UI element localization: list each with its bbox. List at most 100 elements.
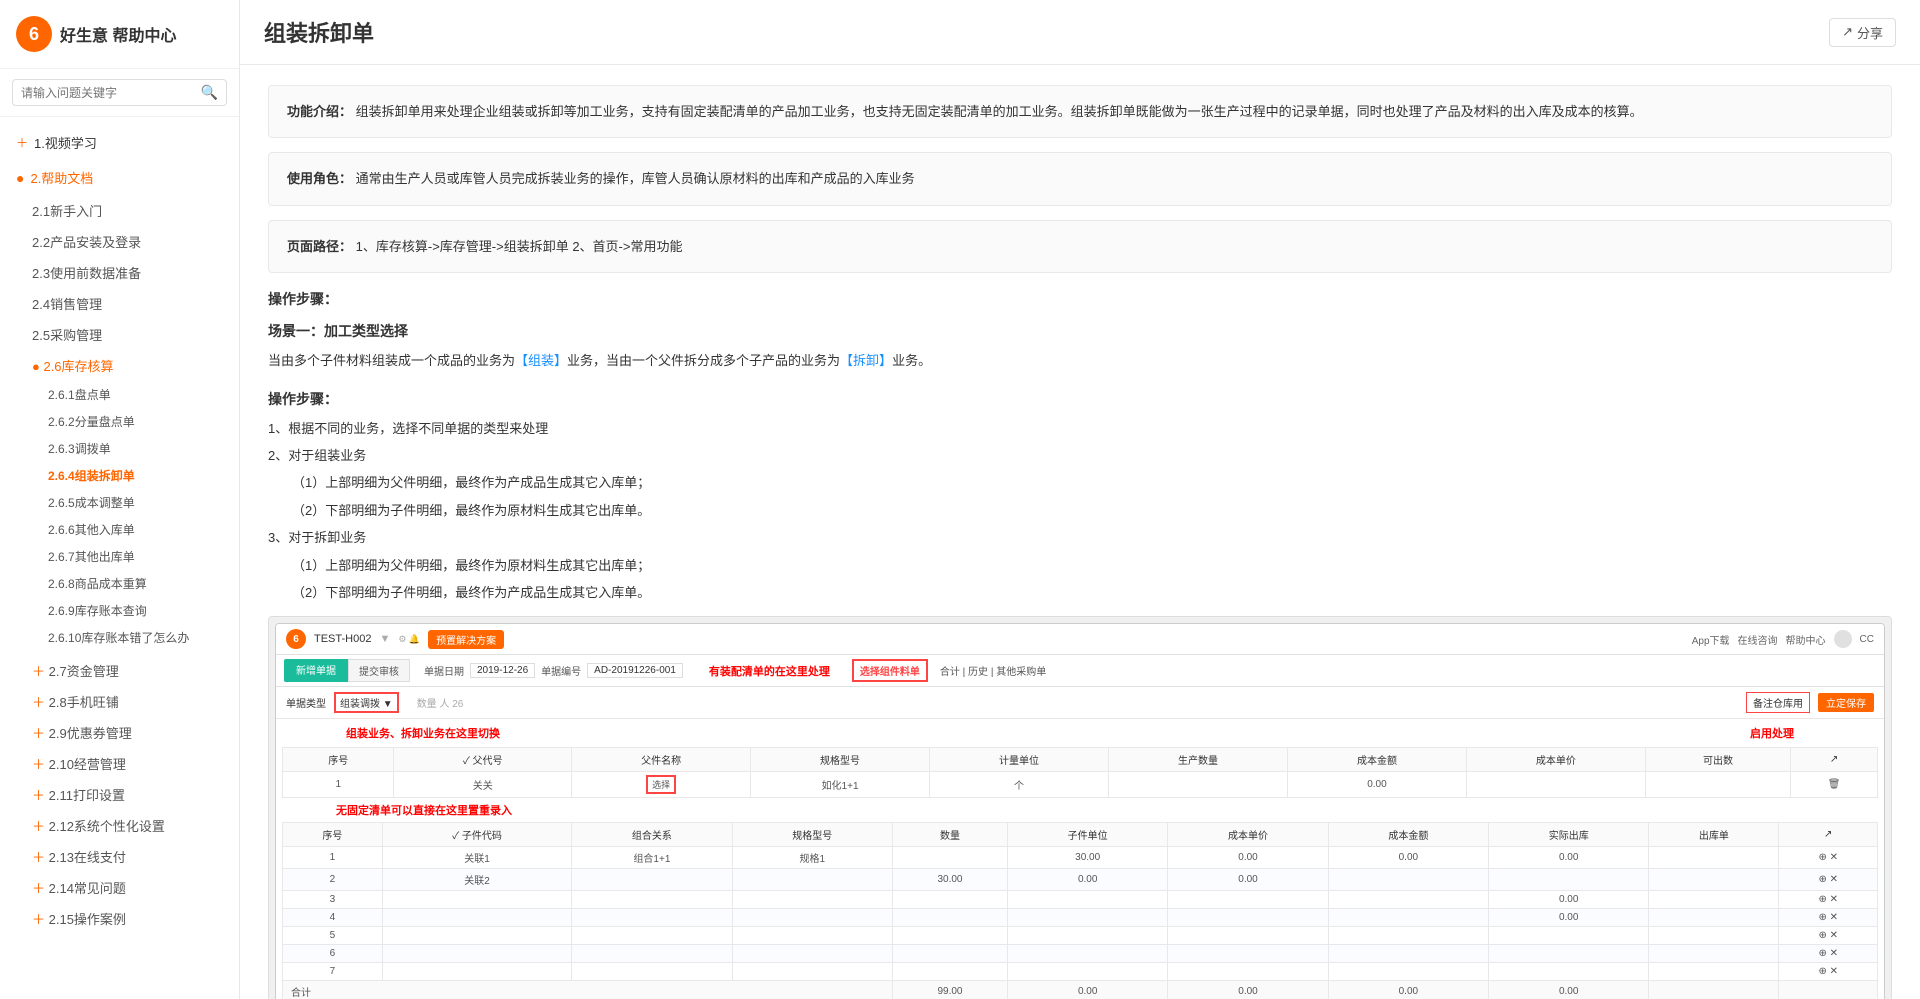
sidebar-item-2-2[interactable]: 2.2产品安装及登录 [16,226,239,257]
sidebar-item-docs[interactable]: ● 2.帮助文档 [0,160,239,195]
search-input[interactable] [21,86,201,100]
sidebar-item-2-6-5[interactable]: 2.6.5成本调整单 [32,489,239,516]
col2-unit: 子件单位 [1008,823,1168,847]
sidebar-item-2-7[interactable]: ＋ 2.7资金管理 [16,655,239,686]
mock-tab-new: 新增单据 [284,659,348,682]
page-title: 组装拆卸单 [264,16,374,48]
role-label: 使用角色： [287,171,352,186]
cell-cost-amt: 0.00 [1287,772,1466,798]
cell-out-qty [1645,772,1790,798]
mock-topbar: 6 TEST-H002 ▼ ⚙ 🔔 预置解决方案 App下载 在线咨询 帮助中心… [276,624,1884,655]
screenshot-container: 6 TEST-H002 ▼ ⚙ 🔔 预置解决方案 App下载 在线咨询 帮助中心… [268,616,1892,999]
sidebar-item-docs-label: 2.帮助文档 [30,168,93,187]
mock-logo: 6 [286,629,306,649]
search-box[interactable]: 🔍 [12,79,227,106]
sidebar-item-2-1[interactable]: 2.1新手入门 [16,195,239,226]
lower-table-row: 3 0.00 ⊕ ✕ [283,891,1878,909]
sidebar-item-2-6-10[interactable]: 2.6.10库存账本错了怎么办 [32,624,239,651]
col2-del: ↗ [1779,823,1878,847]
sidebar-item-2-14[interactable]: ＋ 2.14常见问题 [16,872,239,903]
cell-unit: 个 [930,772,1109,798]
col-cost-amt: 成本金额 [1287,748,1466,772]
col2-seq: 序号 [283,823,383,847]
col-parent-code: ✓ 父代号 [394,748,572,772]
search-icon[interactable]: 🔍 [201,84,218,101]
mock-topbar-right: App下载 在线咨询 帮助中心 CC [1692,630,1874,648]
col-out-qty: 可出数 [1645,748,1790,772]
sidebar-logo: 6 好生意 帮助中心 [0,0,239,69]
mock-topbar-sep: ▼ [379,633,390,645]
sidebar-item-2-6[interactable]: ● 2.6库存核算 [16,350,239,381]
mock-save-btn: 立定保存 [1818,693,1874,712]
operation-title: 操作步骤： [268,289,1892,309]
mock-lower-table-wrap: 序号 ✓ 子件代码 组合关系 规格型号 数量 子件单位 成本单价 成本金额 实际… [276,822,1884,999]
mock-annotation-row: 组装业务、拆卸业务在这里切换 启用处理 [276,719,1884,747]
col2-cost-amt: 成本金额 [1328,823,1488,847]
step-2-1: （1）上部明细为父件明细，最终作为产成品生成其它入库单； [292,471,1892,494]
mock-avatar [1834,630,1852,648]
sidebar-nav: ＋ 1.视频学习 ● 2.帮助文档 2.1新手入门 2.2产品安装及登录 2.3… [0,117,239,999]
mock-toolbar-icons: 合计 | 历史 | 其他采购单 [940,663,1046,678]
mock-warehouse-input: 备注仓库用 [1746,692,1810,713]
sidebar-item-2-6-6[interactable]: 2.6.6其他入库单 [32,516,239,543]
nav-group-video: ＋ 1.视频学习 [0,125,239,160]
sidebar-item-2-11[interactable]: ＋ 2.11打印设置 [16,779,239,810]
mock-topbar-left: 6 TEST-H002 ▼ ⚙ 🔔 预置解决方案 [286,629,504,649]
feature-intro-section: 功能介绍： 组装拆卸单用来处理企业组装或拆卸等加工业务，支持有固定装配清单的产品… [268,85,1892,138]
annotation-text-1: 有装配清单的在这里处理 [709,663,830,679]
sidebar-item-2-5[interactable]: 2.5采购管理 [16,319,239,350]
annotation-row-5: 无固定清单可以直接在这里置重录入 [276,802,1884,818]
sidebar-item-2-13[interactable]: ＋ 2.13在线支付 [16,841,239,872]
sidebar-docs-sub: 2.1新手入门 2.2产品安装及登录 2.3使用前数据准备 2.4销售管理 2.… [0,195,239,934]
path-label: 页面路径： [287,239,352,254]
sidebar-item-2-4[interactable]: 2.4销售管理 [16,288,239,319]
share-icon: ↗ [1842,24,1853,40]
step-3: 3、对于拆卸业务 [268,526,1892,549]
annotation-text-4: 组装业务、拆卸业务在这里切换 [346,725,500,741]
role-section: 使用角色： 通常由生产人员或库管人员完成拆装业务的操作，库管人员确认原材料的出库… [268,152,1892,205]
share-button[interactable]: ↗ 分享 [1829,18,1896,47]
mock-online-help: 在线咨询 [1738,632,1778,647]
sidebar-item-2-15[interactable]: ＋ 2.15操作案例 [16,903,239,934]
sidebar-item-2-6-2[interactable]: 2.6.2分量盘点单 [32,408,239,435]
mock-select-bom: 选择组件料单 [852,659,928,682]
sidebar-item-2-8[interactable]: ＋ 2.8手机旺铺 [16,686,239,717]
sidebar-item-2-6-7[interactable]: 2.6.7其他出库单 [32,543,239,570]
col-spec: 规格型号 [751,748,930,772]
sidebar-item-2-3[interactable]: 2.3使用前数据准备 [16,257,239,288]
sidebar-item-video[interactable]: ＋ 1.视频学习 [0,125,239,160]
sidebar-item-2-6-3[interactable]: 2.6.3调拨单 [32,435,239,462]
cell-cost-price [1466,772,1645,798]
lower-table-footer: 合计 99.00 0.00 0.00 0.00 0.00 [283,981,1878,999]
sidebar-item-2-6-9[interactable]: 2.6.9库存账本查询 [32,597,239,624]
col-parent-name: 父件名称 [572,748,751,772]
col2-relation: 组合关系 [572,823,732,847]
mock-app: 6 TEST-H002 ▼ ⚙ 🔔 预置解决方案 App下载 在线咨询 帮助中心… [275,623,1885,999]
annotation-text-3: 启用处理 [1750,725,1794,741]
sidebar-item-2-10[interactable]: ＋ 2.10经营管理 [16,748,239,779]
sidebar: 6 好生意 帮助中心 🔍 ＋ 1.视频学习 ● 2.帮助文档 2.1新手入门 2… [0,0,240,999]
lower-table-row: 7 ⊕ ✕ [283,963,1878,981]
col-unit: 计量单位 [930,748,1109,772]
main-content: 功能介绍： 组装拆卸单用来处理企业组装或拆卸等加工业务，支持有固定装配清单的产品… [240,65,1920,999]
screenshot-inner: 6 TEST-H002 ▼ ⚙ 🔔 预置解决方案 App下载 在线咨询 帮助中心… [269,617,1891,999]
col2-cost-price: 成本单价 [1168,823,1328,847]
sidebar-item-2-6-4[interactable]: 2.6.4组装拆卸单 [32,462,239,489]
role-text: 通常由生产人员或库管人员完成拆装业务的操作，库管人员确认原材料的出库和产成品的入… [356,171,915,186]
lower-table-row: 2 关联2 30.00 0.00 0.00 [283,869,1878,891]
step-3-1: （1）上部明细为父件明细，最终作为原材料生成其它出库单； [292,554,1892,577]
mock-tabs-row: 新增单据 提交审核 [284,659,410,682]
col-action: ↗ [1791,748,1878,772]
logo-text: 好生意 帮助中心 [60,22,176,46]
logo-icon: 6 [16,16,52,52]
sidebar-item-2-6-1[interactable]: 2.6.1盘点单 [32,381,239,408]
cell-del: 🗑 [1791,772,1878,798]
col-prod-qty: 生产数量 [1109,748,1288,772]
sidebar-item-2-6-8[interactable]: 2.6.8商品成本重算 [32,570,239,597]
sidebar-item-2-12[interactable]: ＋ 2.12系统个性化设置 [16,810,239,841]
sidebar-item-2-9[interactable]: ＋ 2.9优惠券管理 [16,717,239,748]
lower-table-row: 1 关联1 组合1+1 规格1 30.00 0.00 0.00 0.00 [283,847,1878,869]
step-2: 2、对于组装业务 [268,444,1892,467]
mock-upper-table-wrap: 序号 ✓ 父代号 父件名称 规格型号 计量单位 生产数量 成本金额 成本单价 可… [276,747,1884,802]
plus-icon-video: ＋ [16,134,28,151]
